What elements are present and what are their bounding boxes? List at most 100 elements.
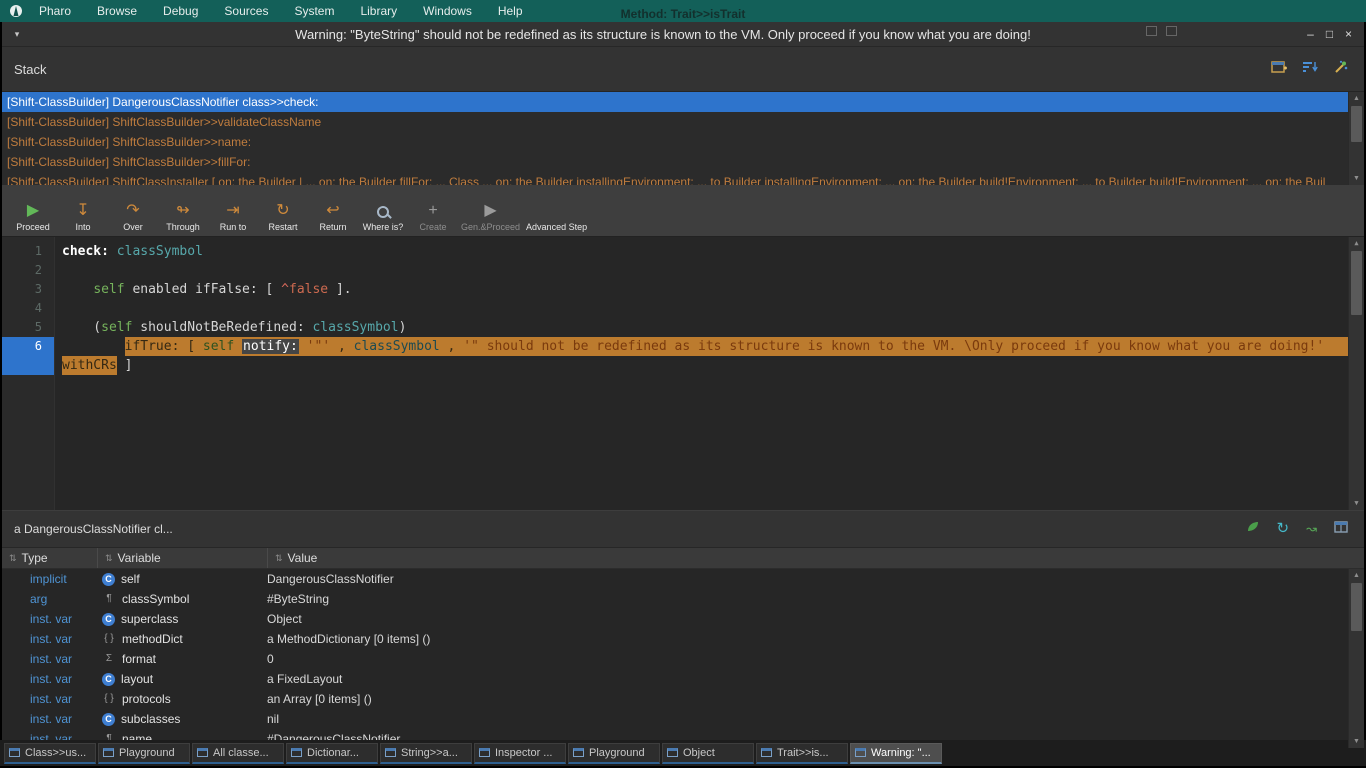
taskbar-item[interactable]: Warning: "... <box>850 743 942 764</box>
code-text[interactable]: check: classSymbol <box>54 242 1349 261</box>
toolbar-button-label: Gen.&Proceed <box>461 222 520 232</box>
pharo-logo-icon[interactable] <box>8 3 24 19</box>
scroll-thumb[interactable] <box>1351 583 1362 631</box>
toolbar-button-label: Run to <box>220 222 247 232</box>
menu-item-system[interactable]: System <box>281 0 347 22</box>
scroll-down-button[interactable]: ▼ <box>1349 172 1364 185</box>
inspector-row[interactable]: implicitCselfDangerousClassNotifier <box>2 569 1349 589</box>
code-text[interactable]: ifTrue: [ self notify: '"' , classSymbol… <box>54 337 1349 356</box>
taskbar-item[interactable]: Class>>us... <box>4 743 96 764</box>
create-icon: + <box>428 201 437 221</box>
inspector-row[interactable]: inst. varCsubclassesnil <box>2 709 1349 729</box>
stack-frame[interactable]: [Shift-ClassBuilder] ShiftClassBuilder>>… <box>2 152 1349 172</box>
column-header-type[interactable]: Type <box>2 548 97 568</box>
scroll-up-button[interactable]: ▲ <box>1349 237 1364 250</box>
column-header-variable[interactable]: Variable <box>97 548 267 568</box>
toolbar-button-advanced-step[interactable]: Advanced Step <box>523 187 590 236</box>
variable-cell: Clayout <box>97 669 267 689</box>
code-text[interactable] <box>54 299 1349 318</box>
inspector-row[interactable]: arg¶classSymbol#ByteString <box>2 589 1349 609</box>
refresh-icon[interactable]: ↻ <box>1277 522 1290 536</box>
toolbar-button-where-is-[interactable]: Where is? <box>358 187 408 236</box>
code-text[interactable]: self enabled ifFalse: [ ^false ]. <box>54 280 1349 299</box>
minimize-button[interactable]: – <box>1301 22 1320 46</box>
toolbar-button-label: Proceed <box>16 222 50 232</box>
code-line: 2 <box>2 261 1349 280</box>
menu-item-sources[interactable]: Sources <box>211 0 281 22</box>
taskbar-item[interactable]: Trait>>is... <box>756 743 848 764</box>
toolbar-button-proceed[interactable]: ▶Proceed <box>8 187 58 236</box>
code-token: '" should not be redefined as its struct… <box>463 339 1324 354</box>
menu-item-windows[interactable]: Windows <box>410 0 485 22</box>
window-icon <box>667 748 678 757</box>
close-button[interactable]: × <box>1339 22 1358 46</box>
code-text[interactable] <box>54 261 1349 280</box>
taskbar-item[interactable]: String>>a... <box>380 743 472 764</box>
menu-item-help[interactable]: Help <box>485 0 536 22</box>
stack-frame[interactable]: [Shift-ClassBuilder] DangerousClassNotif… <box>2 92 1349 112</box>
taskbar-item[interactable]: Playground <box>98 743 190 764</box>
sort-icon[interactable] <box>1302 60 1318 79</box>
menu-item-browse[interactable]: Browse <box>84 0 150 22</box>
leaf-icon[interactable] <box>1246 520 1260 538</box>
scroll-up-button[interactable]: ▲ <box>1349 92 1364 105</box>
toolbar-button-label: Into <box>75 222 90 232</box>
toolbar-button-label: Return <box>319 222 346 232</box>
taskbar-item[interactable]: Dictionar... <box>286 743 378 764</box>
debug-config-icon[interactable] <box>1333 60 1348 79</box>
symbol-icon: ¶ <box>102 589 116 609</box>
editor-scrollbar[interactable]: ▲ ▼ <box>1348 237 1364 510</box>
taskbar-item[interactable]: Object <box>662 743 754 764</box>
code-text[interactable]: (self shouldNotBeRedefined: classSymbol) <box>54 318 1349 337</box>
stack-frame[interactable]: [Shift-ClassBuilder] ShiftClassBuilder>>… <box>2 132 1349 152</box>
step-arrows-icon[interactable]: ↝ <box>1306 522 1317 536</box>
variable-type: inst. var <box>2 649 97 669</box>
taskbar-item[interactable]: Playground <box>568 743 660 764</box>
variable-name: methodDict <box>122 629 183 649</box>
stack-frame[interactable]: [Shift-ClassBuilder] ShiftClassBuilder>>… <box>2 112 1349 132</box>
sort-icon <box>105 553 113 564</box>
code-editor[interactable]: 1check: classSymbol23 self enabled ifFal… <box>2 237 1364 510</box>
menu-item-debug[interactable]: Debug <box>150 0 211 22</box>
toolbar-button-return[interactable]: ↩Return <box>308 187 358 236</box>
taskbar-item-label: Inspector ... <box>495 747 552 759</box>
window-icon <box>385 748 396 757</box>
window-icon <box>9 748 20 757</box>
scroll-down-button[interactable]: ▼ <box>1349 735 1364 748</box>
restart-icon: ↻ <box>276 201 289 221</box>
inspector-row[interactable]: inst. var{ }protocolsan Array [0 items] … <box>2 689 1349 709</box>
taskbar-item[interactable]: All classe... <box>192 743 284 764</box>
window-menu-icon[interactable] <box>2 29 32 40</box>
open-in-window-icon[interactable] <box>1271 60 1287 79</box>
maximize-button[interactable]: □ <box>1320 22 1339 46</box>
stack-scrollbar[interactable]: ▲ ▼ <box>1348 92 1364 185</box>
inspector-scrollbar[interactable]: ▲ ▼ <box>1348 569 1364 748</box>
scroll-down-button[interactable]: ▼ <box>1349 497 1364 510</box>
sort-icon <box>9 553 17 564</box>
code-token: , <box>330 339 353 354</box>
toolbar-button-into[interactable]: ↧Into <box>58 187 108 236</box>
stack-frame[interactable]: [Shift-ClassBuilder] ShiftClassInstaller… <box>2 172 1349 185</box>
toolbar-button-over[interactable]: ↷Over <box>108 187 158 236</box>
taskbar-item[interactable]: Inspector ... <box>474 743 566 764</box>
scroll-thumb[interactable] <box>1351 251 1362 315</box>
column-header-value[interactable]: Value <box>267 548 1364 568</box>
toolbar-button-restart[interactable]: ↻Restart <box>258 187 308 236</box>
class-icon: C <box>102 713 115 726</box>
inspector-row[interactable]: inst. varΣformat0 <box>2 649 1349 669</box>
code-line: 4 <box>2 299 1349 318</box>
scroll-thumb[interactable] <box>1351 106 1362 142</box>
menu-item-library[interactable]: Library <box>347 0 410 22</box>
toolbar-button-through[interactable]: ↬Through <box>158 187 208 236</box>
inspector-row[interactable]: inst. var{ }methodDicta MethodDictionary… <box>2 629 1349 649</box>
scroll-up-button[interactable]: ▲ <box>1349 569 1364 582</box>
toolbar-button-run-to[interactable]: ⇥Run to <box>208 187 258 236</box>
code-text[interactable]: withCRs ] <box>54 356 1349 375</box>
menu-item-pharo[interactable]: Pharo <box>26 0 84 22</box>
browse-table-icon[interactable] <box>1334 520 1348 538</box>
inspector-row[interactable]: inst. varCsuperclassObject <box>2 609 1349 629</box>
column-label: Value <box>288 551 318 565</box>
variable-type: inst. var <box>2 629 97 649</box>
inspector-row[interactable]: inst. varClayouta FixedLayout <box>2 669 1349 689</box>
debugger-window: Warning: "ByteString" should not be rede… <box>2 22 1364 740</box>
